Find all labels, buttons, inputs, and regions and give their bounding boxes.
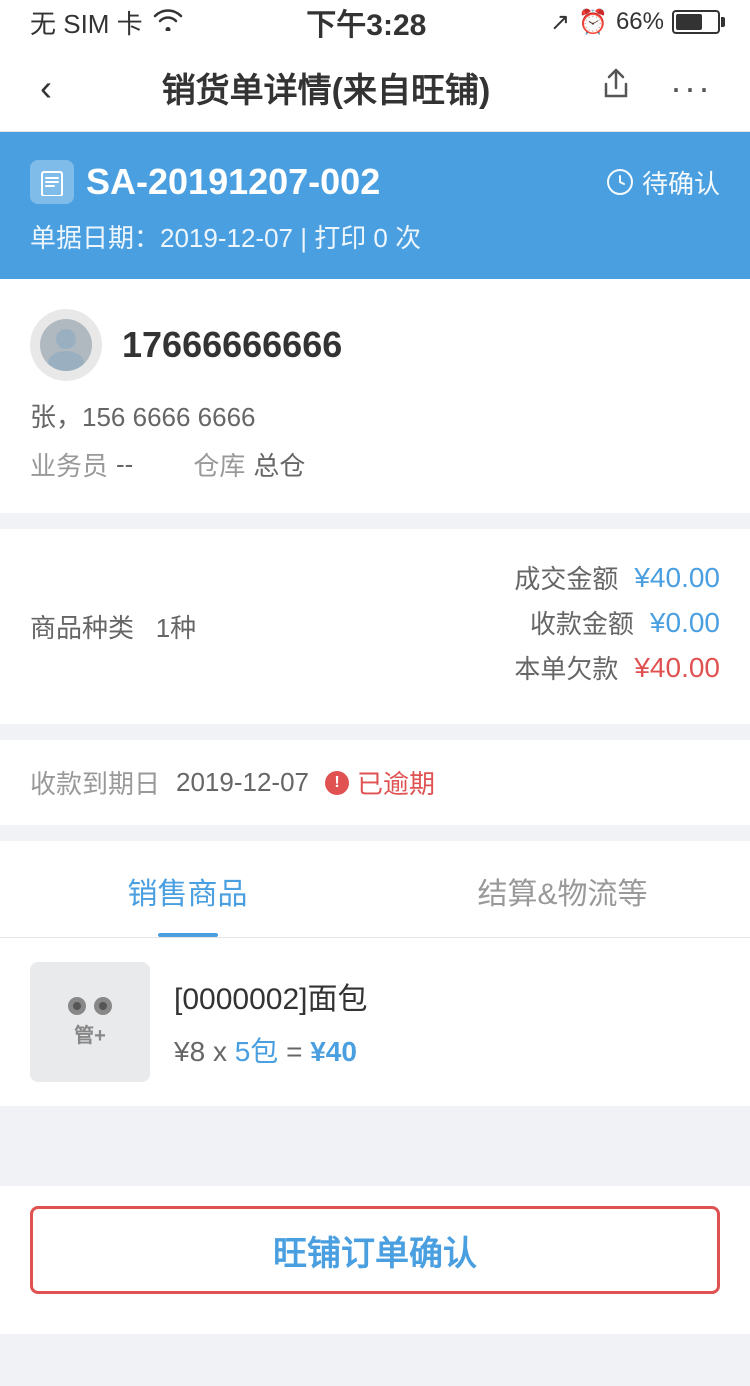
location-icon: ↗	[550, 8, 570, 37]
overdue-badge: ! 已逾期	[325, 764, 435, 801]
avatar-icon	[40, 319, 92, 371]
customer-phone: 17666666666	[122, 324, 342, 366]
price-total: ¥40	[310, 1036, 357, 1067]
price-qty: 5包	[235, 1036, 279, 1067]
page-title: 销货单详情(来自旺铺)	[62, 63, 590, 112]
product-list: 管+ [0000002]面包 ¥8 x 5包 = ¥40	[0, 938, 750, 1106]
summary-card: 商品种类 1种 成交金额 ¥40.00 收款金额 ¥0.00 本单欠款 ¥40.…	[0, 529, 750, 724]
warehouse-info: 仓库 总仓	[193, 446, 305, 483]
tabs: 销售商品 结算&物流等	[0, 841, 750, 938]
due-label: 收款到期日	[30, 764, 160, 801]
logo-text: 管+	[74, 1019, 106, 1048]
tab-sales[interactable]: 销售商品	[0, 841, 375, 937]
logo-eye-right	[94, 997, 112, 1015]
customer-name: 张，156 6666 6666	[30, 397, 720, 434]
status-bar: 无 SIM 卡 下午3:28 ↗ ⏰ 66%	[0, 0, 750, 44]
status-time: 下午3:28	[306, 0, 426, 44]
transaction-label: 成交金额	[514, 559, 618, 596]
summary-row: 商品种类 1种 成交金额 ¥40.00 收款金额 ¥0.00 本单欠款 ¥40.…	[30, 559, 720, 694]
salesperson-label: 业务员	[30, 446, 108, 483]
received-value: ¥0.00	[650, 607, 720, 639]
received-row: 收款金额 ¥0.00	[514, 604, 720, 641]
more-button[interactable]: ···	[662, 59, 720, 117]
owed-row: 本单欠款 ¥40.00	[514, 649, 720, 686]
customer-meta: 业务员 -- 仓库 总仓	[30, 446, 720, 483]
overdue-dot-icon: !	[325, 771, 349, 795]
due-date-value: 2019-12-07	[176, 767, 309, 798]
status-label: 待确认	[642, 164, 720, 201]
customer-card: 17666666666 张，156 6666 6666 业务员 -- 仓库 总仓	[0, 279, 750, 513]
logo-eyes	[68, 997, 112, 1015]
order-banner: SA-20191207-002 待确认 单据日期：2019-12-07 | 打印…	[0, 132, 750, 279]
avatar	[30, 309, 102, 381]
summary-right: 成交金额 ¥40.00 收款金额 ¥0.00 本单欠款 ¥40.00	[514, 559, 720, 694]
product-thumbnail: 管+	[30, 962, 150, 1082]
nav-actions: ···	[590, 58, 720, 117]
price-equals: =	[286, 1036, 310, 1067]
order-id-text: SA-20191207-002	[86, 161, 380, 203]
wifi-icon	[153, 7, 183, 38]
carrier-label: 无 SIM 卡	[30, 4, 143, 41]
transaction-value: ¥40.00	[634, 562, 720, 594]
transaction-row: 成交金额 ¥40.00	[514, 559, 720, 596]
price-multiply: x	[213, 1036, 235, 1067]
owed-value: ¥40.00	[634, 652, 720, 684]
order-meta: 单据日期：2019-12-07 | 打印 0 次	[30, 218, 720, 255]
product-logo: 管+	[68, 997, 112, 1048]
product-price: ¥8 x 5包 = ¥40	[174, 1030, 720, 1070]
order-banner-top: SA-20191207-002 待确认	[30, 160, 720, 204]
product-types-value: 1种	[156, 613, 196, 643]
battery-percent: 66%	[616, 8, 664, 36]
alarm-icon: ⏰	[578, 8, 608, 37]
salesperson-value: --	[116, 449, 133, 480]
status-right: ↗ ⏰ 66%	[550, 8, 720, 37]
nav-bar: ‹ 销货单详情(来自旺铺) ···	[0, 44, 750, 132]
summary-left: 商品种类 1种	[30, 608, 196, 645]
tabs-container: 销售商品 结算&物流等 管+ [0000002]面包 ¥8 x 5包	[0, 841, 750, 1106]
order-id: SA-20191207-002	[30, 160, 380, 204]
owed-label: 本单欠款	[514, 649, 618, 686]
tab-settlement[interactable]: 结算&物流等	[375, 841, 750, 937]
price-base: ¥8	[174, 1036, 205, 1067]
product-types-label: 商品种类	[30, 613, 134, 643]
status-left: 无 SIM 卡	[30, 4, 183, 41]
back-button[interactable]: ‹	[30, 57, 62, 119]
order-status: 待确认	[606, 164, 720, 201]
salesperson-info: 业务员 --	[30, 446, 133, 483]
share-button[interactable]	[590, 58, 642, 117]
logo-eye-left	[68, 997, 86, 1015]
received-label: 收款金额	[530, 604, 634, 641]
due-date-section: 收款到期日 2019-12-07 ! 已逾期	[0, 740, 750, 825]
bottom-action: 旺铺订单确认	[0, 1186, 750, 1334]
table-row: 管+ [0000002]面包 ¥8 x 5包 = ¥40	[30, 962, 720, 1082]
product-name: [0000002]面包	[174, 974, 720, 1018]
confirm-button[interactable]: 旺铺订单确认	[30, 1206, 720, 1294]
warehouse-label: 仓库	[193, 446, 245, 483]
overdue-label: 已逾期	[357, 764, 435, 801]
battery-icon	[672, 10, 720, 34]
order-icon	[30, 160, 74, 204]
product-info: [0000002]面包 ¥8 x 5包 = ¥40	[174, 974, 720, 1070]
warehouse-value: 总仓	[253, 446, 305, 483]
customer-top: 17666666666	[30, 309, 720, 381]
